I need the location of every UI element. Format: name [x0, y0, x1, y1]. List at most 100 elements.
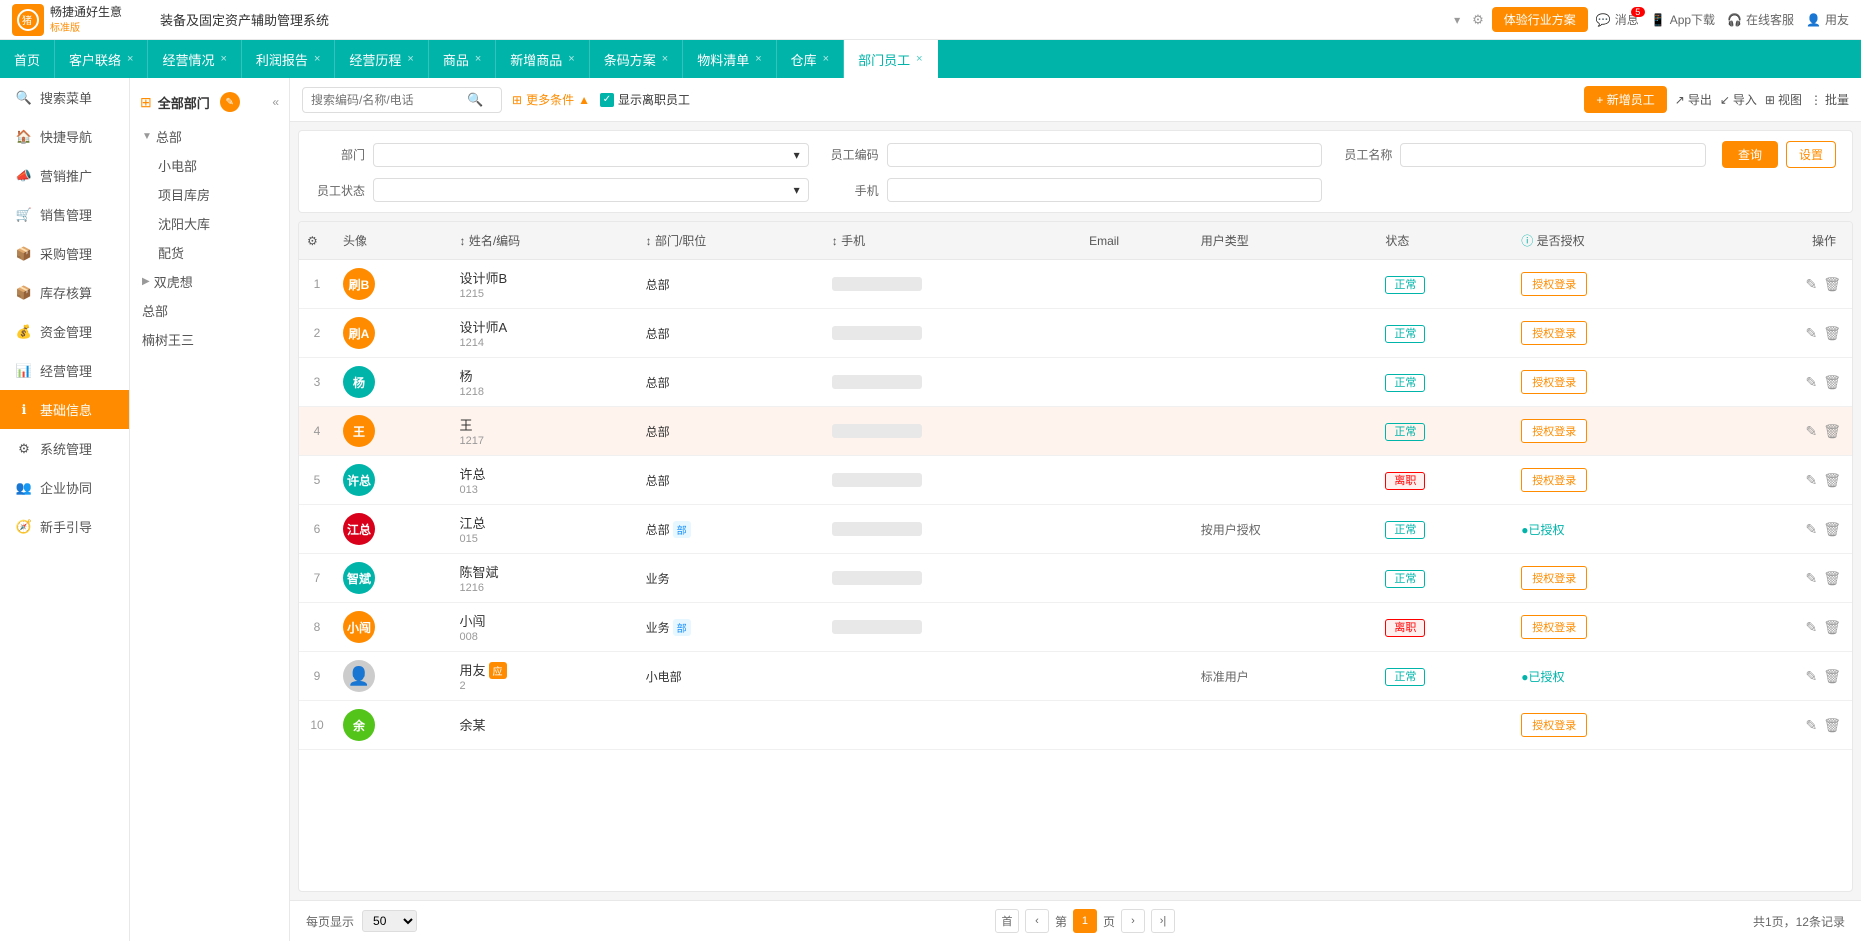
search-input[interactable] [311, 93, 461, 107]
nav-tab-6[interactable]: 新增商品× [496, 40, 589, 78]
nav-tab-7[interactable]: 条码方案× [590, 40, 683, 78]
nav-tab-3[interactable]: 利润报告× [242, 40, 335, 78]
edit-icon[interactable]: ✎ [1805, 325, 1817, 341]
delete-icon[interactable]: 🗑 [1823, 374, 1841, 390]
sidebar-item-采购管理[interactable]: 📦采购管理 [0, 234, 129, 273]
nav-tab-0[interactable]: 首页 [0, 40, 55, 78]
edit-icon[interactable]: ✎ [1805, 570, 1817, 586]
settings-icon[interactable]: ⚙ [1472, 12, 1484, 28]
nav-tab-5[interactable]: 商品× [429, 40, 496, 78]
set-button[interactable]: 设置 [1786, 141, 1836, 168]
edit-icon[interactable]: ✎ [1805, 472, 1817, 488]
auth-login-button[interactable]: 授权登录 [1521, 566, 1587, 590]
dept-item-6[interactable]: 总部 [130, 296, 289, 325]
sidebar-item-快捷导航[interactable]: 🏠快捷导航 [0, 117, 129, 156]
edit-icon[interactable]: ✎ [1805, 423, 1817, 439]
nav-tab-close-4[interactable]: × [407, 53, 413, 65]
import-button[interactable]: ↙ 导入 [1720, 91, 1757, 108]
view-button[interactable]: ⊞ 视图 [1765, 91, 1802, 108]
auth-login-button[interactable]: 授权登录 [1521, 713, 1587, 737]
sidebar-item-销售管理[interactable]: 🛒销售管理 [0, 195, 129, 234]
status-select[interactable]: ▾ [373, 178, 809, 202]
add-employee-button[interactable]: + 新增员工 [1584, 86, 1666, 113]
edit-icon[interactable]: ✎ [1805, 717, 1817, 733]
app-download-button[interactable]: 📱 App下载 [1651, 11, 1715, 28]
nav-tab-8[interactable]: 物料清单× [683, 40, 776, 78]
dept-item-3[interactable]: 沈阳大库 [130, 209, 289, 238]
delete-icon[interactable]: 🗑 [1823, 325, 1841, 341]
dept-item-0[interactable]: ▼ 总部 [130, 122, 289, 151]
search-input-wrap[interactable]: 🔍 [302, 87, 502, 113]
next-page-btn[interactable]: › [1121, 909, 1145, 933]
auth-login-button[interactable]: 授权登录 [1521, 615, 1587, 639]
sidebar-item-资金管理[interactable]: 💰资金管理 [0, 312, 129, 351]
batch-button[interactable]: ⋮ 批量 [1810, 91, 1849, 108]
delete-icon[interactable]: 🗑 [1823, 717, 1841, 733]
user-button[interactable]: 👤 用友 [1806, 11, 1849, 28]
show-past-checkbox[interactable]: ✓ 显示离职员工 [600, 91, 690, 108]
sidebar-item-搜索菜单[interactable]: 🔍搜索菜单 [0, 78, 129, 117]
dept-select[interactable]: ▾ [373, 143, 809, 167]
nav-tab-close-2[interactable]: × [220, 53, 226, 65]
sidebar-item-新手引导[interactable]: 🧭新手引导 [0, 507, 129, 546]
message-button[interactable]: 💬 消息 5 [1596, 11, 1639, 28]
export-button[interactable]: ↗ 导出 [1675, 91, 1712, 108]
phone-input[interactable] [887, 178, 1323, 202]
edit-icon[interactable]: ✎ [1805, 619, 1817, 635]
last-page-btn[interactable]: ›| [1151, 909, 1175, 933]
collapse-panel-btn[interactable]: « [272, 95, 279, 109]
nav-tab-10[interactable]: 部门员工× [844, 40, 937, 78]
edit-icon[interactable]: ✎ [1805, 521, 1817, 537]
nav-tab-close-10[interactable]: × [916, 53, 922, 65]
nav-tab-close-9[interactable]: × [823, 53, 829, 65]
sidebar-item-库存核算[interactable]: 📦库存核算 [0, 273, 129, 312]
system-dropdown-btn[interactable]: ▾ [1454, 13, 1460, 27]
edit-icon[interactable]: ✎ [1805, 668, 1817, 684]
current-page-btn[interactable]: 1 [1073, 909, 1097, 933]
delete-icon[interactable]: 🗑 [1823, 472, 1841, 488]
online-service-button[interactable]: 🎧 在线客服 [1727, 11, 1794, 28]
nav-tab-close-8[interactable]: × [755, 53, 761, 65]
nav-tab-close-3[interactable]: × [314, 53, 320, 65]
dept-item-5[interactable]: ▶ 双虎想 [130, 267, 289, 296]
dept-item-4[interactable]: 配货 [130, 238, 289, 267]
auth-login-button[interactable]: 授权登录 [1521, 468, 1587, 492]
dept-item-7[interactable]: 楠树王三 [130, 325, 289, 354]
edit-icon[interactable]: ✎ [1805, 374, 1817, 390]
auth-login-button[interactable]: 授权登录 [1521, 321, 1587, 345]
nav-tab-close-6[interactable]: × [568, 53, 574, 65]
emp-code-input[interactable] [887, 143, 1323, 167]
col-name[interactable]: ↕ 姓名/编码 [452, 222, 638, 260]
trial-button[interactable]: 体验行业方案 [1492, 7, 1588, 32]
delete-icon[interactable]: 🗑 [1823, 668, 1841, 684]
delete-icon[interactable]: 🗑 [1823, 619, 1841, 635]
col-settings-icon[interactable]: ⚙ [299, 222, 335, 260]
dept-item-1[interactable]: 小电部 [130, 151, 289, 180]
delete-icon[interactable]: 🗑 [1823, 521, 1841, 537]
prev-page-btn[interactable]: ‹ [1025, 909, 1049, 933]
nav-tab-9[interactable]: 仓库× [777, 40, 844, 78]
dept-item-2[interactable]: 项目库房 [130, 180, 289, 209]
emp-name-input[interactable] [1400, 143, 1706, 167]
sidebar-item-营销推广[interactable]: 📣营销推广 [0, 156, 129, 195]
sidebar-item-基础信息[interactable]: ℹ基础信息 [0, 390, 129, 429]
query-button[interactable]: 查询 [1722, 141, 1778, 168]
auth-login-button[interactable]: 授权登录 [1521, 272, 1587, 296]
nav-tab-close-7[interactable]: × [662, 53, 668, 65]
nav-tab-2[interactable]: 经营情况× [148, 40, 241, 78]
auth-login-button[interactable]: 授权登录 [1521, 419, 1587, 443]
sidebar-item-系统管理[interactable]: ⚙系统管理 [0, 429, 129, 468]
delete-icon[interactable]: 🗑 [1823, 423, 1841, 439]
more-filter-btn[interactable]: ⊞ 更多条件 ▲ [512, 91, 590, 108]
edit-dept-btn[interactable]: ✎ [220, 92, 240, 112]
sidebar-item-企业协同[interactable]: 👥企业协同 [0, 468, 129, 507]
edit-icon[interactable]: ✎ [1805, 276, 1817, 292]
sidebar-item-经营管理[interactable]: 📊经营管理 [0, 351, 129, 390]
col-phone[interactable]: ↕ 手机 [824, 222, 1081, 260]
delete-icon[interactable]: 🗑 [1823, 276, 1841, 292]
first-page-btn[interactable]: 首 [995, 909, 1019, 933]
delete-icon[interactable]: 🗑 [1823, 570, 1841, 586]
auth-login-button[interactable]: 授权登录 [1521, 370, 1587, 394]
nav-tab-close-1[interactable]: × [127, 53, 133, 65]
col-dept[interactable]: ↕ 部门/职位 [638, 222, 824, 260]
